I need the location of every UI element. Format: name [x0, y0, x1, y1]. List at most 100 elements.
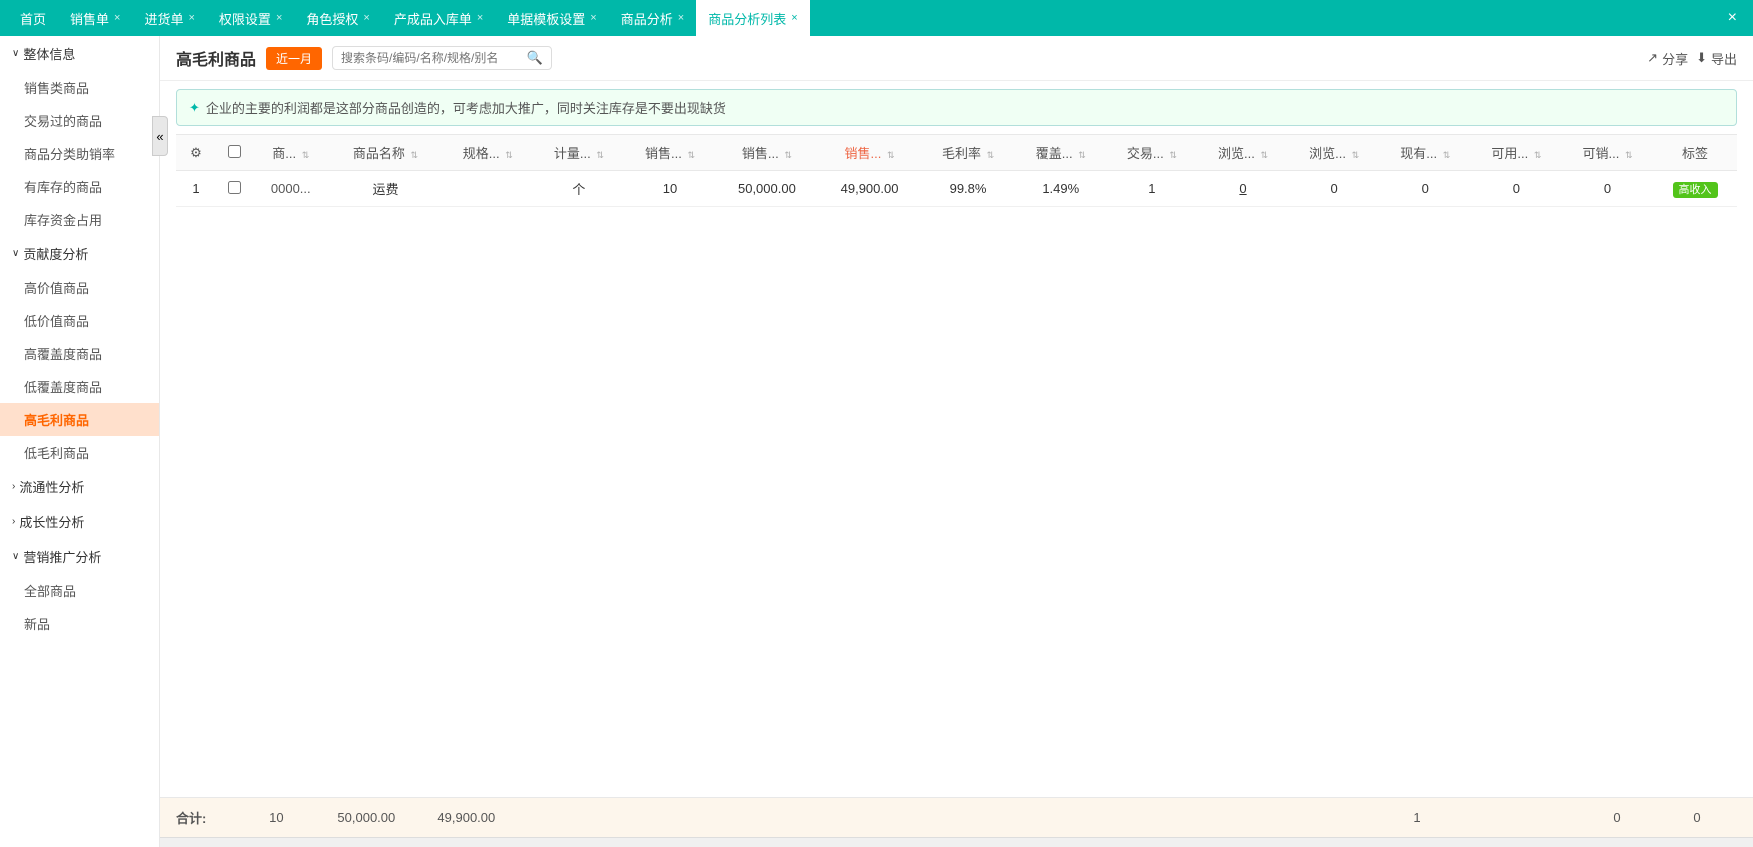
table-row: 1 0000... 运费 个 10 50,000.00 49,900.00 99…	[176, 171, 1737, 207]
cell-views1[interactable]: 0	[1197, 171, 1288, 207]
sidebar-item-high-coverage[interactable]: 高覆盖度商品	[0, 337, 159, 370]
cell-name[interactable]: 运费	[329, 171, 442, 207]
sidebar-group-marketing[interactable]: ∨ 营销推广分析	[0, 539, 159, 574]
col-current-stock[interactable]: 现有... ⇅	[1380, 135, 1471, 171]
sidebar-group-contribution[interactable]: ∨ 贡献度分析	[0, 236, 159, 271]
sidebar-item-low-margin[interactable]: 低毛利商品	[0, 436, 159, 469]
search-icon[interactable]: 🔍	[527, 50, 543, 66]
table-container: ⚙ 商... ⇅ 商品名称 ⇅ 规格... ⇅	[160, 134, 1753, 797]
info-icon: ✦	[189, 100, 200, 116]
nav-close-icon[interactable]: ×	[363, 12, 369, 24]
share-button[interactable]: ↗ 分享	[1647, 49, 1688, 68]
nav-close-icon[interactable]: ×	[114, 12, 120, 24]
nav-template-settings[interactable]: 单据模板设置 ×	[495, 0, 608, 36]
cell-tag: 高收入	[1653, 171, 1737, 207]
nav-role-auth[interactable]: 角色授权 ×	[294, 0, 381, 36]
footer-transactions: 1	[1377, 810, 1457, 825]
cell-views2: 0	[1289, 171, 1380, 207]
chevron-right-icon: ›	[12, 516, 15, 527]
col-sellable-stock[interactable]: 可销... ⇅	[1562, 135, 1653, 171]
select-all-checkbox[interactable]	[228, 145, 241, 158]
cell-checkbox[interactable]	[216, 171, 253, 207]
col-views2[interactable]: 浏览... ⇅	[1289, 135, 1380, 171]
cell-gross-margin: 99.8%	[921, 171, 1015, 207]
col-sales-profit[interactable]: 销售... ⇅	[818, 135, 921, 171]
cell-code[interactable]: 0000...	[253, 171, 329, 207]
chevron-down-icon: ∨	[12, 551, 19, 562]
cell-sales-qty: 10	[624, 171, 715, 207]
export-button[interactable]: ⬇ 导出	[1696, 49, 1737, 68]
col-spec[interactable]: 规格... ⇅	[442, 135, 533, 171]
footer-sales-qty: 10	[236, 810, 316, 825]
cell-spec	[442, 171, 533, 207]
sidebar-item-high-margin[interactable]: 高毛利商品	[0, 403, 159, 436]
export-icon: ⬇	[1696, 50, 1707, 66]
nav-close-icon[interactable]: ×	[276, 12, 282, 24]
cell-coverage: 1.49%	[1015, 171, 1106, 207]
footer-columns: 10 50,000.00 49,900.00 1 0 0	[236, 810, 1737, 825]
sidebar-item-stocked-products[interactable]: 有库存的商品	[0, 170, 159, 203]
cell-sales-amount: 50,000.00	[716, 171, 819, 207]
cell-available-stock: 0	[1471, 171, 1562, 207]
col-tag: 标签	[1653, 135, 1737, 171]
col-code[interactable]: 商... ⇅	[253, 135, 329, 171]
col-available-stock[interactable]: 可用... ⇅	[1471, 135, 1562, 171]
sidebar-collapse-button[interactable]: «	[152, 116, 168, 156]
nav-product-analysis-list[interactable]: 商品分析列表 ×	[696, 0, 809, 36]
nav-close-icon[interactable]: ×	[678, 12, 684, 24]
cell-sales-profit: 49,900.00	[818, 171, 921, 207]
time-filter-button[interactable]: 近一月	[266, 47, 322, 70]
footer-available-stock: 0	[1657, 810, 1737, 825]
horizontal-scrollbar[interactable]	[160, 837, 1753, 847]
share-icon: ↗	[1647, 50, 1658, 66]
sidebar-group-growth[interactable]: › 成长性分析	[0, 504, 159, 539]
nav-close-icon[interactable]: ×	[477, 12, 483, 24]
nav-sales-order[interactable]: 销售单 ×	[58, 0, 132, 36]
top-navigation: 首页 销售单 × 进货单 × 权限设置 × 角色授权 × 产成品入库单 × 单据…	[0, 0, 1753, 36]
sidebar-group-overall-info[interactable]: ∨ 整体信息	[0, 36, 159, 71]
nav-close-icon[interactable]: ×	[188, 12, 194, 24]
col-sales-amount[interactable]: 销售... ⇅	[716, 135, 819, 171]
sidebar-group-liquidity[interactable]: › 流通性分析	[0, 469, 159, 504]
footer-current-stock: 0	[1577, 810, 1657, 825]
col-checkbox	[216, 135, 253, 171]
header-actions: ↗ 分享 ⬇ 导出	[1647, 49, 1737, 68]
settings-icon[interactable]: ⚙	[190, 145, 202, 160]
col-gross-margin[interactable]: 毛利率 ⇅	[921, 135, 1015, 171]
sidebar-item-traded-products[interactable]: 交易过的商品	[0, 104, 159, 137]
nav-home[interactable]: 首页	[8, 0, 58, 36]
col-unit[interactable]: 计量... ⇅	[533, 135, 624, 171]
col-name[interactable]: 商品名称 ⇅	[329, 135, 442, 171]
sidebar-item-all-products[interactable]: 全部商品	[0, 574, 159, 607]
row-checkbox[interactable]	[228, 181, 241, 194]
cell-sellable-stock: 0	[1562, 171, 1653, 207]
nav-permissions[interactable]: 权限设置 ×	[207, 0, 294, 36]
nav-purchase-order[interactable]: 进货单 ×	[132, 0, 206, 36]
col-transactions[interactable]: 交易... ⇅	[1106, 135, 1197, 171]
search-input[interactable]	[341, 51, 527, 65]
content-area: 高毛利商品 近一月 🔍 ↗ 分享 ⬇ 导出 ✦ 企业的主要的利润都是这部分	[160, 36, 1753, 847]
sidebar-item-low-value[interactable]: 低价值商品	[0, 304, 159, 337]
sidebar-item-high-value[interactable]: 高价值商品	[0, 271, 159, 304]
col-sales-qty[interactable]: 销售... ⇅	[624, 135, 715, 171]
sidebar-item-sales-products[interactable]: 销售类商品	[0, 71, 159, 104]
nav-product-analysis[interactable]: 商品分析 ×	[609, 0, 696, 36]
window-close-button[interactable]: ×	[1720, 9, 1745, 27]
nav-close-active-icon[interactable]: ×	[791, 12, 797, 24]
chevron-right-icon: ›	[12, 481, 15, 492]
col-views1[interactable]: 浏览... ⇅	[1197, 135, 1288, 171]
cell-transactions: 1	[1106, 171, 1197, 207]
search-box: 🔍	[332, 46, 552, 70]
sidebar-item-new-products[interactable]: 新品	[0, 607, 159, 640]
nav-close-icon[interactable]: ×	[590, 12, 596, 24]
col-coverage[interactable]: 覆盖... ⇅	[1015, 135, 1106, 171]
footer-sales-profit: 49,900.00	[416, 810, 516, 825]
cell-current-stock: 0	[1380, 171, 1471, 207]
sidebar-item-category-assist-rate[interactable]: 商品分类助销率	[0, 137, 159, 170]
cell-index: 1	[176, 171, 216, 207]
sidebar-item-low-coverage[interactable]: 低覆盖度商品	[0, 370, 159, 403]
products-table: ⚙ 商... ⇅ 商品名称 ⇅ 规格... ⇅	[176, 134, 1737, 207]
nav-product-inbound[interactable]: 产成品入库单 ×	[382, 0, 495, 36]
cell-unit: 个	[533, 171, 624, 207]
sidebar-item-inventory-capital[interactable]: 库存资金占用	[0, 203, 159, 236]
